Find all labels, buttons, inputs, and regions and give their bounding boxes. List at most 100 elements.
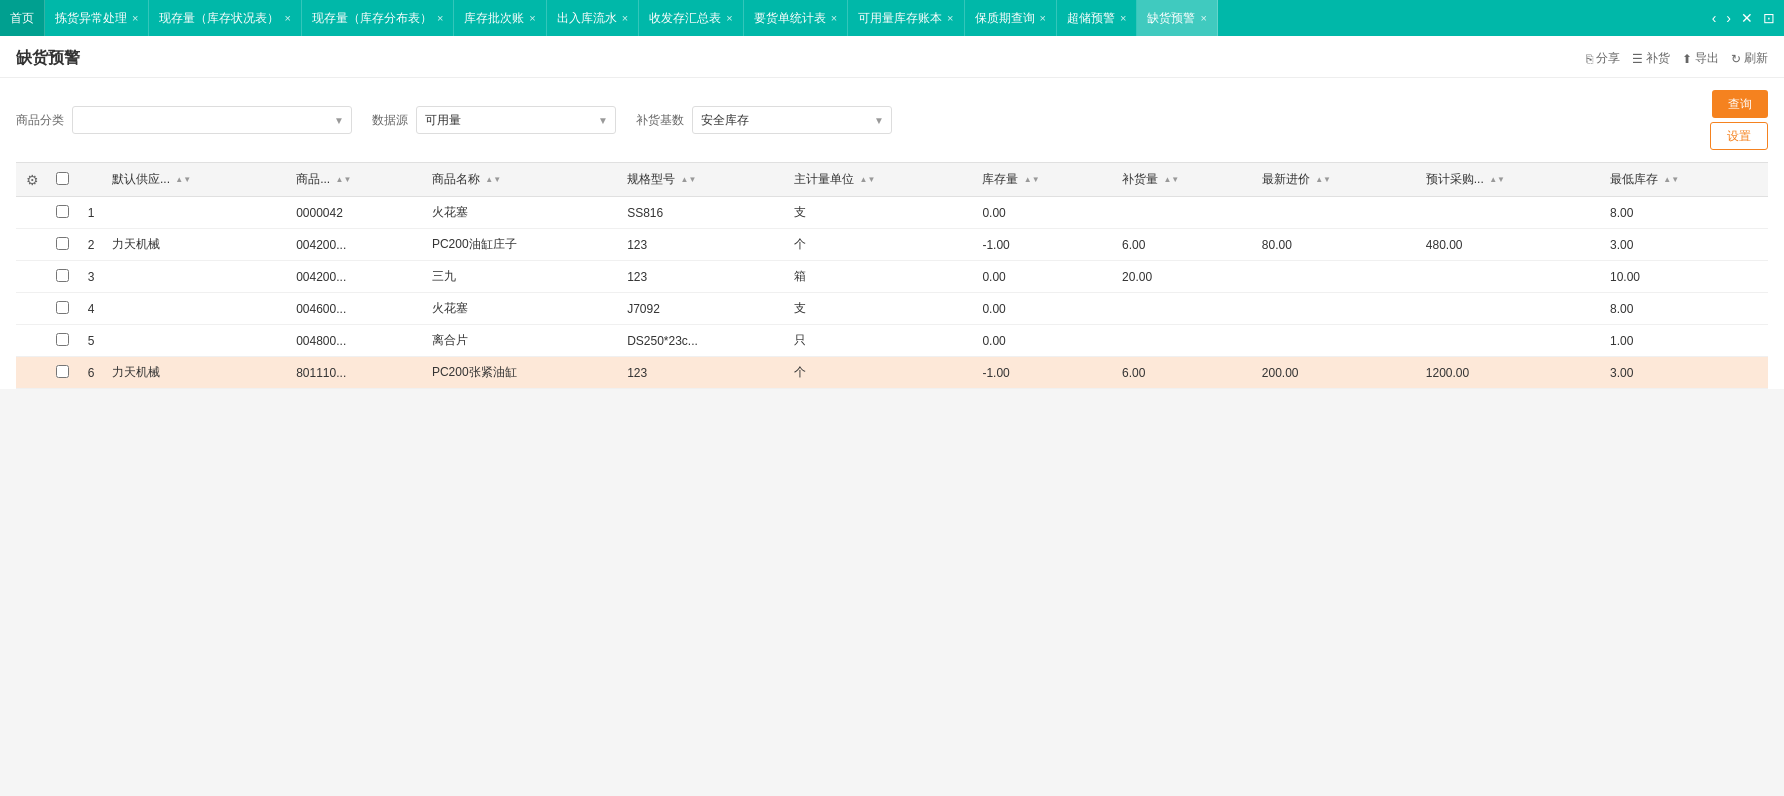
th-price[interactable]: 最新进价 ▲▼ bbox=[1256, 163, 1420, 197]
td-settings-3 bbox=[16, 293, 48, 325]
nav-prev-button[interactable]: ‹ bbox=[1707, 0, 1722, 36]
nav-tab-expiry[interactable]: 保质期查询 × bbox=[965, 0, 1057, 36]
td-num-3: 4 bbox=[76, 293, 106, 325]
nav-close-button[interactable]: ✕ bbox=[1736, 0, 1758, 36]
close-batch-icon[interactable]: × bbox=[529, 12, 535, 24]
td-stock-0: 0.00 bbox=[976, 197, 1116, 229]
replenish-select[interactable]: 安全库存 最低库存 bbox=[692, 106, 892, 134]
th-estimate[interactable]: 预计采购... ▲▼ bbox=[1420, 163, 1604, 197]
td-stock-4: 0.00 bbox=[976, 325, 1116, 357]
td-estimate-4 bbox=[1420, 325, 1604, 357]
nav-tab-available[interactable]: 可用量库存账本 × bbox=[848, 0, 964, 36]
td-name-4: 离合片 bbox=[426, 325, 621, 357]
td-code-4: 004800... bbox=[290, 325, 426, 357]
close-inventory1-icon[interactable]: × bbox=[284, 12, 290, 24]
td-checkbox-1 bbox=[48, 229, 76, 261]
nav-next-button[interactable]: › bbox=[1721, 0, 1736, 36]
th-unit[interactable]: 主计量单位 ▲▼ bbox=[788, 163, 976, 197]
close-shortage-icon[interactable]: × bbox=[1200, 12, 1206, 24]
table-body: 1 0000042 火花塞 SS816 支 0.00 8.00 2 力天机械 0… bbox=[16, 197, 1768, 389]
nav-tab-order-label: 要货单统计表 bbox=[754, 10, 826, 27]
nav-tab-overstock[interactable]: 超储预警 × bbox=[1057, 0, 1137, 36]
table-row[interactable]: 5 004800... 离合片 DS250*23c... 只 0.00 1.00 bbox=[16, 325, 1768, 357]
nav-tab-batch[interactable]: 库存批次账 × bbox=[454, 0, 546, 36]
table-row[interactable]: 2 力天机械 004200... PC200油缸庄子 123 个 -1.00 6… bbox=[16, 229, 1768, 261]
nav-tab-summary[interactable]: 收发存汇总表 × bbox=[639, 0, 743, 36]
table-row[interactable]: 3 004200... 三九 123 箱 0.00 20.00 10.00 bbox=[16, 261, 1768, 293]
row-checkbox-2[interactable] bbox=[56, 269, 69, 282]
select-all-checkbox[interactable] bbox=[56, 172, 69, 185]
nav-tab-inventory1[interactable]: 现存量（库存状况表） × bbox=[149, 0, 301, 36]
th-spec[interactable]: 规格型号 ▲▼ bbox=[621, 163, 788, 197]
th-minstock[interactable]: 最低库存 ▲▼ bbox=[1604, 163, 1768, 197]
td-replenish-3 bbox=[1116, 293, 1256, 325]
settings-button[interactable]: 设置 bbox=[1710, 122, 1768, 150]
nav-tab-inventory2[interactable]: 现存量（库存分布表） × bbox=[302, 0, 454, 36]
th-name[interactable]: 商品名称 ▲▼ bbox=[426, 163, 621, 197]
nav-tab-home[interactable]: 首页 bbox=[0, 0, 45, 36]
datasource-select-wrapper: 可用量 库存量 bbox=[416, 106, 616, 134]
td-checkbox-2 bbox=[48, 261, 76, 293]
table-row[interactable]: 6 力天机械 801110... PC200张紧油缸 123 个 -1.00 6… bbox=[16, 357, 1768, 389]
th-replenish[interactable]: 补货量 ▲▼ bbox=[1116, 163, 1256, 197]
nav-bar: 首页 拣货异常处理 × 现存量（库存状况表） × 现存量（库存分布表） × 库存… bbox=[0, 0, 1784, 36]
td-checkbox-4 bbox=[48, 325, 76, 357]
query-button[interactable]: 查询 bbox=[1712, 90, 1768, 118]
close-summary-icon[interactable]: × bbox=[726, 12, 732, 24]
export-action[interactable]: ⬆ 导出 bbox=[1682, 50, 1719, 67]
td-spec-4: DS250*23c... bbox=[621, 325, 788, 357]
nav-controls: ‹ › ✕ ⊡ bbox=[1707, 0, 1784, 36]
close-expiry-icon[interactable]: × bbox=[1040, 12, 1046, 24]
nav-tab-batch-label: 库存批次账 bbox=[464, 10, 524, 27]
datasource-select[interactable]: 可用量 库存量 bbox=[416, 106, 616, 134]
refresh-label: 刷新 bbox=[1744, 50, 1768, 67]
refresh-action[interactable]: ↻ 刷新 bbox=[1731, 50, 1768, 67]
th-num bbox=[76, 163, 106, 197]
nav-tab-order[interactable]: 要货单统计表 × bbox=[744, 0, 848, 36]
sort-minstock-icon: ▲▼ bbox=[1663, 176, 1679, 184]
nav-tab-inventory2-label: 现存量（库存分布表） bbox=[312, 10, 432, 27]
category-filter: 商品分类 bbox=[16, 106, 352, 134]
td-code-2: 004200... bbox=[290, 261, 426, 293]
td-settings-5 bbox=[16, 357, 48, 389]
th-stock[interactable]: 库存量 ▲▼ bbox=[976, 163, 1116, 197]
replenish-action[interactable]: ☰ 补货 bbox=[1632, 50, 1670, 67]
td-price-1: 80.00 bbox=[1256, 229, 1420, 261]
refresh-icon: ↻ bbox=[1731, 52, 1741, 66]
nav-tab-picking-label: 拣货异常处理 bbox=[55, 10, 127, 27]
close-inventory2-icon[interactable]: × bbox=[437, 12, 443, 24]
th-supplier[interactable]: 默认供应... ▲▼ bbox=[106, 163, 290, 197]
share-action[interactable]: ⎘ 分享 bbox=[1586, 50, 1620, 67]
nav-tab-inout-label: 出入库流水 bbox=[557, 10, 617, 27]
settings-gear-icon[interactable]: ⚙ bbox=[26, 172, 39, 188]
row-checkbox-5[interactable] bbox=[56, 365, 69, 378]
nav-tab-inout[interactable]: 出入库流水 × bbox=[547, 0, 639, 36]
category-select-wrapper bbox=[72, 106, 352, 134]
close-inout-icon[interactable]: × bbox=[622, 12, 628, 24]
th-code-label: 商品... bbox=[296, 172, 330, 186]
td-estimate-3 bbox=[1420, 293, 1604, 325]
nav-tab-shortage[interactable]: 缺货预警 × bbox=[1137, 0, 1217, 36]
table-header-row: ⚙ 默认供应... ▲▼ 商品... ▲▼ 商品名称 bbox=[16, 163, 1768, 197]
td-price-4 bbox=[1256, 325, 1420, 357]
close-available-icon[interactable]: × bbox=[947, 12, 953, 24]
td-code-3: 004600... bbox=[290, 293, 426, 325]
row-checkbox-3[interactable] bbox=[56, 301, 69, 314]
th-price-label: 最新进价 bbox=[1262, 172, 1310, 186]
row-checkbox-0[interactable] bbox=[56, 205, 69, 218]
data-table: ⚙ 默认供应... ▲▼ 商品... ▲▼ 商品名称 bbox=[16, 162, 1768, 389]
td-supplier-2 bbox=[106, 261, 290, 293]
nav-maximize-button[interactable]: ⊡ bbox=[1758, 0, 1780, 36]
close-order-icon[interactable]: × bbox=[831, 12, 837, 24]
nav-tab-picking[interactable]: 拣货异常处理 × bbox=[45, 0, 149, 36]
category-select[interactable] bbox=[72, 106, 352, 134]
table-row[interactable]: 1 0000042 火花塞 SS816 支 0.00 8.00 bbox=[16, 197, 1768, 229]
row-checkbox-4[interactable] bbox=[56, 333, 69, 346]
row-checkbox-1[interactable] bbox=[56, 237, 69, 250]
close-picking-icon[interactable]: × bbox=[132, 12, 138, 24]
close-overstock-icon[interactable]: × bbox=[1120, 12, 1126, 24]
td-num-1: 2 bbox=[76, 229, 106, 261]
th-code[interactable]: 商品... ▲▼ bbox=[290, 163, 426, 197]
table-row[interactable]: 4 004600... 火花塞 J7092 支 0.00 8.00 bbox=[16, 293, 1768, 325]
td-spec-2: 123 bbox=[621, 261, 788, 293]
